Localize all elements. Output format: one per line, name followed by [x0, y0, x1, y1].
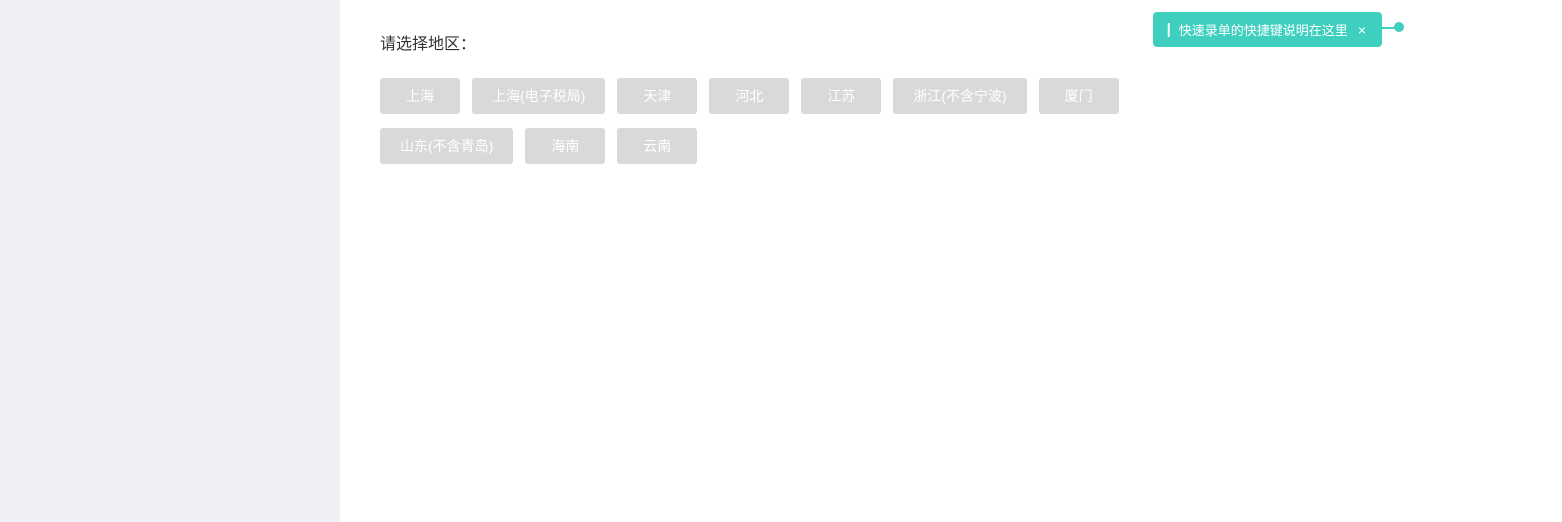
region-row-1: 上海上海(电子税局) 天津河北江苏浙江(不含宁波) 厦门	[380, 78, 1522, 114]
region-button[interactable]: 云南	[617, 128, 697, 164]
tooltip-close-button[interactable]: ×	[1356, 23, 1368, 37]
region-button[interactable]: 山东(不含青岛)	[380, 128, 513, 164]
tooltip-bar-icon: |	[1167, 21, 1171, 38]
region-row-2: 山东(不含青岛) 海南云南	[380, 128, 1522, 164]
region-button[interactable]: 海南	[525, 128, 605, 164]
region-button[interactable]: 江苏	[801, 78, 881, 114]
main-content: 请选择地区： 上海上海(电子税局)天津河北江苏浙江(不含宁波)厦门 山东(不含青…	[340, 0, 1562, 522]
tooltip-bar: | 快速录单的快捷键说明在这里 ×	[1153, 12, 1382, 47]
tooltip-dot-indicator	[1394, 22, 1404, 32]
tooltip-text: 快速录单的快捷键说明在这里	[1179, 20, 1348, 39]
region-button[interactable]: 浙江(不含宁波)	[893, 78, 1026, 114]
region-button[interactable]: 上海(电子税局)	[472, 78, 605, 114]
sidebar	[0, 0, 340, 522]
region-button[interactable]: 上海	[380, 78, 460, 114]
region-button[interactable]: 厦门	[1039, 78, 1119, 114]
region-button[interactable]: 河北	[709, 78, 789, 114]
region-button[interactable]: 天津	[617, 78, 697, 114]
